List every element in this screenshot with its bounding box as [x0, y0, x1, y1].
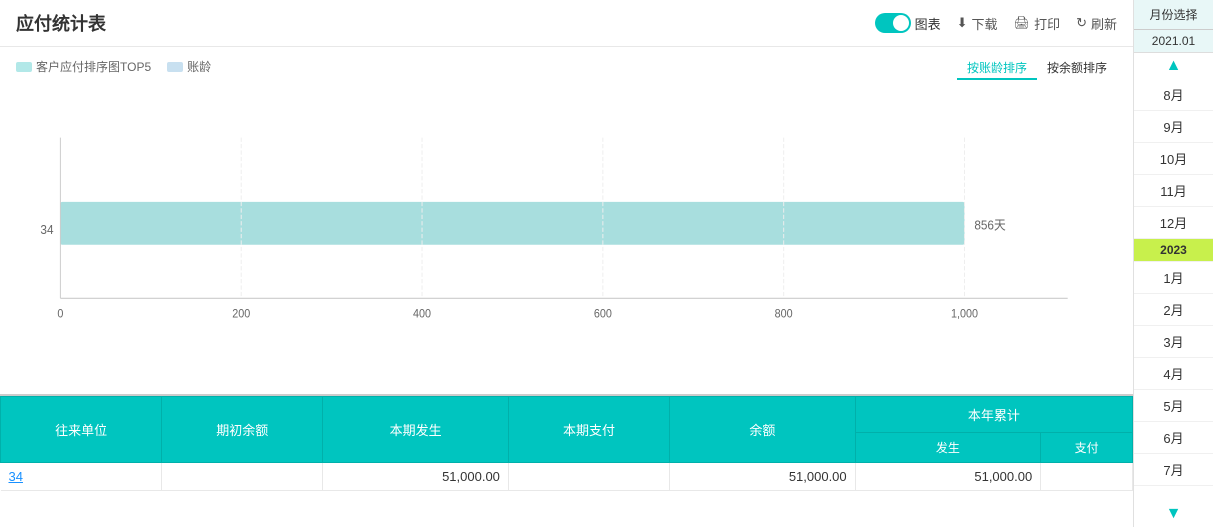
cell-current-payment [508, 463, 669, 491]
col-ytd-header: 本年累计 [855, 397, 1132, 433]
col-current-payment-header: 本期支付 [508, 397, 669, 463]
page-header: 应付统计表 图表 ⬇ 下载 🖨 打印 ↻ 刷新 [0, 0, 1133, 47]
chart-label: 图表 [915, 14, 941, 33]
download-label: 下载 [972, 14, 998, 33]
sidebar-current-date: 2021.01 [1134, 30, 1213, 53]
print-label: 打印 [1034, 14, 1060, 33]
sidebar-month-item[interactable]: 12月 [1134, 207, 1213, 239]
cell-current-occurrence: 51,000.00 [323, 463, 509, 491]
cell-balance: 51,000.00 [670, 463, 856, 491]
col-ytd-payment-header: 支付 [1041, 433, 1133, 463]
svg-text:34: 34 [40, 223, 53, 238]
table-area: 往来单位 期初余额 本期发生 本期支付 余额 本年累计 发生 支付 [0, 394, 1133, 527]
sidebar-month-item[interactable]: 3月 [1134, 326, 1213, 358]
sidebar-month-list: 8月9月10月11月12月20231月2月3月4月5月6月7月 [1134, 79, 1213, 501]
sidebar-month-item[interactable]: 5月 [1134, 390, 1213, 422]
chart-area: 客户应付排序图TOP5 账龄 按账龄排序 按余额排序 34 [0, 47, 1133, 394]
svg-text:0: 0 [57, 308, 63, 321]
chart-toggle[interactable] [875, 13, 911, 33]
svg-text:800: 800 [775, 308, 793, 321]
legend-item-1: 客户应付排序图TOP5 [16, 58, 151, 75]
table-header-row: 往来单位 期初余额 本期发生 本期支付 余额 本年累计 [1, 397, 1133, 433]
sidebar-month-item[interactable]: 1月 [1134, 262, 1213, 294]
table-row: 34 51,000.00 51,000.00 51,000.00 [1, 463, 1133, 491]
download-icon: ⬇ [957, 15, 968, 31]
sidebar-month-item[interactable]: 7月 [1134, 454, 1213, 486]
sidebar-month-item[interactable]: 10月 [1134, 143, 1213, 175]
svg-text:856天: 856天 [974, 218, 1005, 233]
col-unit-header: 往来单位 [1, 397, 162, 463]
refresh-icon: ↻ [1076, 15, 1087, 31]
svg-text:1,000: 1,000 [951, 308, 978, 321]
print-icon: 🖨 [1014, 15, 1031, 31]
sidebar-scroll-up-button[interactable]: ▲ [1134, 53, 1213, 79]
sidebar-month-item[interactable]: 8月 [1134, 79, 1213, 111]
sidebar-scroll-down-button[interactable]: ▼ [1134, 501, 1213, 527]
col-period-balance-header: 期初余额 [162, 397, 323, 463]
download-button[interactable]: ⬇ 下载 [957, 14, 998, 33]
page-title: 应付统计表 [16, 10, 106, 36]
chart-wrapper: 34 856天 0 200 400 600 800 1,000 [26, 84, 1107, 384]
chart-svg: 34 856天 0 200 400 600 800 1,000 [26, 84, 1107, 384]
legend-color-1 [16, 62, 32, 72]
sort-by-balance-button[interactable]: 按余额排序 [1037, 57, 1117, 80]
sidebar-month-item[interactable]: 6月 [1134, 422, 1213, 454]
svg-text:400: 400 [413, 308, 431, 321]
sidebar-month-item[interactable]: 11月 [1134, 175, 1213, 207]
legend-color-2 [167, 62, 183, 72]
sidebar-month-item[interactable]: 2月 [1134, 294, 1213, 326]
sidebar-month-item[interactable]: 4月 [1134, 358, 1213, 390]
legend-label-2: 账龄 [187, 58, 211, 75]
cell-period-balance [162, 463, 323, 491]
col-ytd-occurrence-header: 发生 [855, 433, 1041, 463]
sidebar-month-item[interactable]: 2023 [1134, 239, 1213, 262]
cell-ytd-occurrence: 51,000.00 [855, 463, 1041, 491]
svg-text:600: 600 [594, 308, 612, 321]
sort-by-age-button[interactable]: 按账龄排序 [957, 57, 1037, 80]
unit-link[interactable]: 34 [9, 469, 23, 484]
table-body: 34 51,000.00 51,000.00 51,000.00 [1, 463, 1133, 491]
refresh-label: 刷新 [1091, 14, 1117, 33]
chart-legend: 客户应付排序图TOP5 账龄 [16, 58, 211, 75]
legend-label-1: 客户应付排序图TOP5 [36, 58, 151, 75]
print-button[interactable]: 🖨 打印 [1014, 14, 1061, 33]
data-table: 往来单位 期初余额 本期发生 本期支付 余额 本年累计 发生 支付 [0, 396, 1133, 491]
cell-ytd-payment [1041, 463, 1133, 491]
header-actions: 图表 ⬇ 下载 🖨 打印 ↻ 刷新 [875, 13, 1117, 33]
refresh-button[interactable]: ↻ 刷新 [1076, 14, 1117, 33]
sidebar-header: 月份选择 [1134, 0, 1213, 30]
sidebar: 月份选择 2021.01 ▲ 8月9月10月11月12月20231月2月3月4月… [1133, 0, 1213, 527]
svg-text:200: 200 [232, 308, 250, 321]
sidebar-month-item[interactable]: 9月 [1134, 111, 1213, 143]
col-balance-header: 余额 [670, 397, 856, 463]
col-current-occurrence-header: 本期发生 [323, 397, 509, 463]
chart-toggle-group[interactable]: 图表 [875, 13, 941, 33]
legend-item-2: 账龄 [167, 58, 211, 75]
cell-unit: 34 [1, 463, 162, 491]
chart-bar [60, 202, 964, 245]
chart-controls: 按账龄排序 按余额排序 [957, 57, 1117, 80]
